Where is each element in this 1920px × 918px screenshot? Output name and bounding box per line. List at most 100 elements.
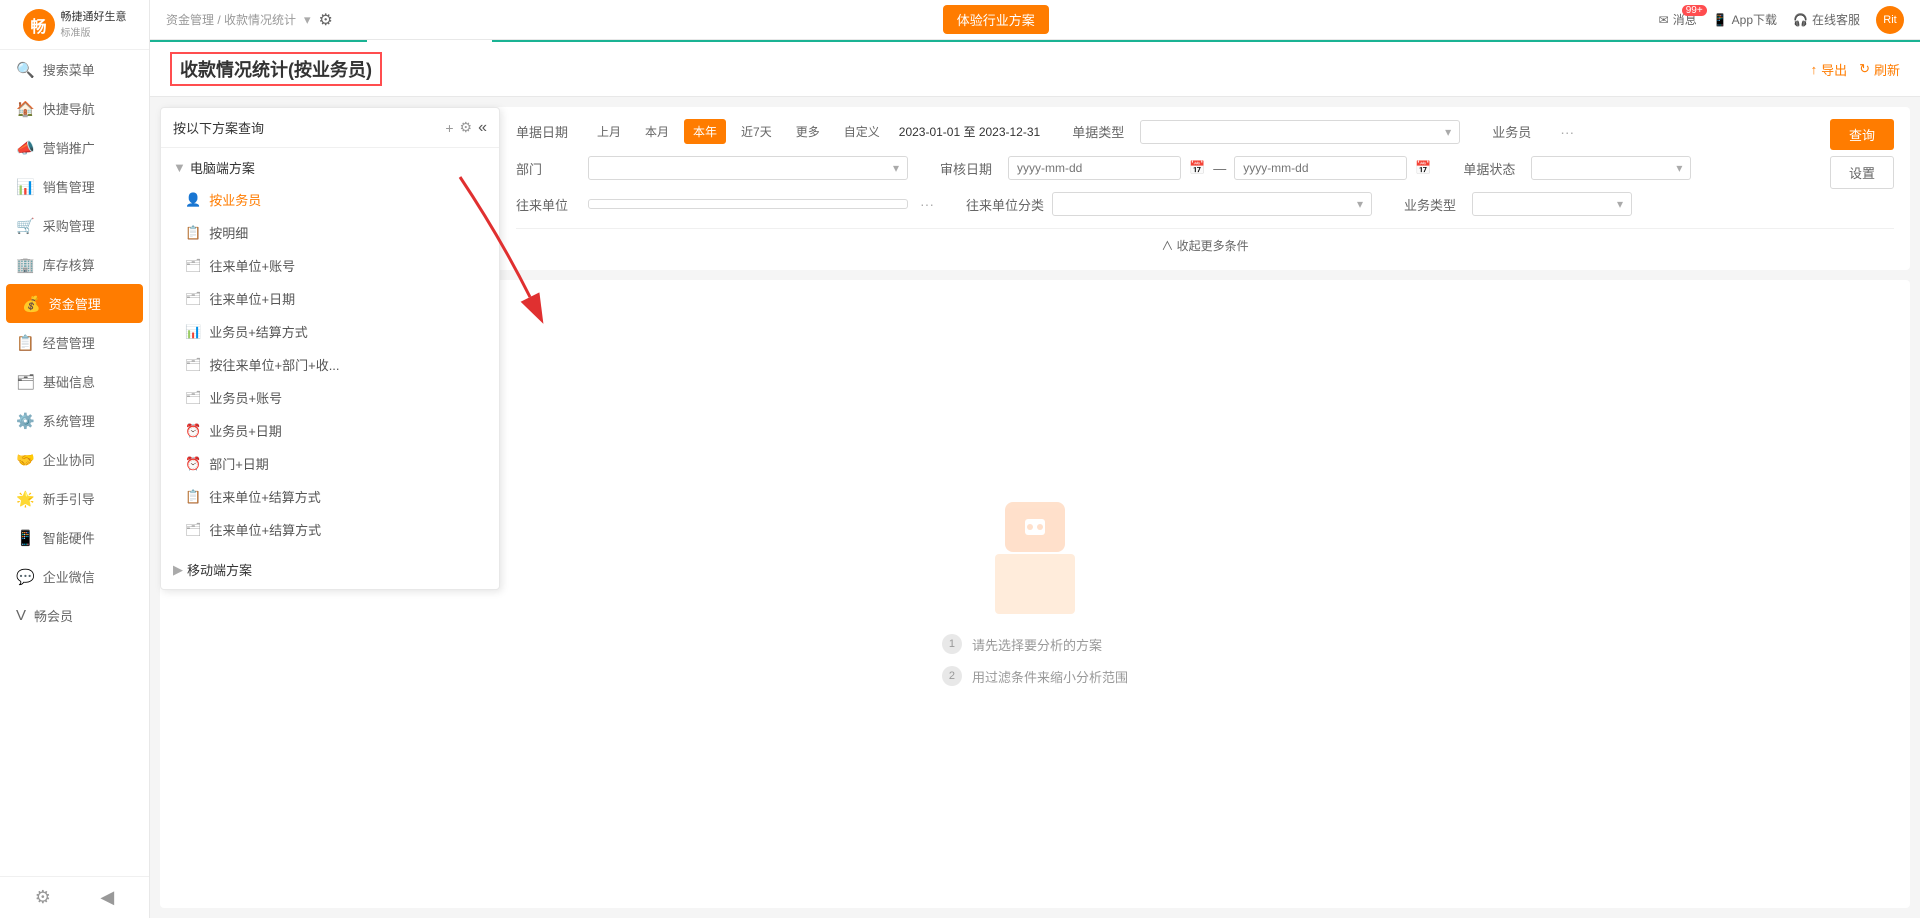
add-scheme-icon[interactable]: +: [445, 120, 453, 136]
breadcrumb-dropdown-icon[interactable]: ▾: [304, 12, 311, 28]
app-download-button[interactable]: 📱 App下载: [1713, 11, 1777, 28]
scheme-item-by_salesperson_date[interactable]: ⏰业务员+日期: [161, 414, 499, 447]
member-icon: V: [16, 607, 26, 624]
salesperson-more-icon[interactable]: ···: [1560, 124, 1574, 140]
calendar-end-icon[interactable]: 📅: [1415, 160, 1431, 176]
sidebar-item-wechat[interactable]: 💬企业微信: [0, 557, 149, 596]
collapse-filters-button[interactable]: ∧ 收起更多条件: [516, 228, 1894, 262]
biz-type-select[interactable]: ▾: [1472, 192, 1632, 216]
scheme-item-label-by_detail: 按明细: [209, 223, 248, 242]
doc-type-select[interactable]: ▾: [1140, 120, 1460, 144]
pc-scheme-section: ▼ 电脑端方案 👤按业务员 📋 按明细 🗂往来单位+账号🗂往来单位+日期📊业务员+结算…: [161, 148, 499, 550]
review-date-label: 审核日期: [940, 159, 1000, 178]
page-actions: ↑ 导出 ↻ 刷新: [1811, 60, 1900, 79]
dept-select[interactable]: ▾: [588, 156, 908, 180]
last-7-days-btn[interactable]: 近7天: [732, 119, 781, 144]
this-month-btn[interactable]: 本月: [636, 119, 678, 144]
counterpart-more-icon[interactable]: ···: [920, 196, 934, 212]
top-bar-actions: ✉ 消息 99+ 📱 App下载 🎧 在线客服 Rit: [1659, 6, 1904, 34]
collapse-sidebar-icon[interactable]: ◀: [100, 887, 114, 908]
last-month-btn[interactable]: 上月: [588, 119, 630, 144]
settings-icon[interactable]: ⚙: [35, 887, 51, 908]
sidebar-item-marketing[interactable]: 📣营销推广: [0, 128, 149, 167]
sidebar-item-enterprise[interactable]: 🤝企业协同: [0, 440, 149, 479]
scheme-item-by_unit_settlement1[interactable]: 📋往来单位+结算方式: [161, 480, 499, 513]
review-date-start-input[interactable]: [1008, 156, 1181, 180]
this-year-btn[interactable]: 本年: [684, 119, 726, 144]
sidebar-item-system[interactable]: ⚙️ 系统管理: [0, 401, 149, 440]
scheme-item-label-by_dept_date: 部门+日期: [209, 454, 269, 473]
sidebar-item-hardware[interactable]: 📱智能硬件: [0, 518, 149, 557]
scheme-item-by_salesperson_account[interactable]: 🗂业务员+账号: [161, 381, 499, 414]
gear-icon[interactable]: ⚙: [319, 10, 333, 30]
nav-icon: 🏠: [16, 100, 35, 118]
counterpart-select[interactable]: [588, 199, 908, 209]
filter-row-1: 单据日期 上月 本月 本年 近7天 更多 自定义 2023-01-01 至 20…: [516, 119, 1894, 144]
filter-row-2: 部门 ▾ 审核日期 📅 — 📅 单据状态: [516, 156, 1894, 180]
scheme-item-by_detail[interactable]: 📋 按明细: [161, 216, 499, 249]
enterprise-icon: 🤝: [16, 451, 35, 469]
sidebar-item-label-basic: 基础信息: [43, 372, 95, 391]
doc-status-arrow-icon: ▾: [1676, 161, 1682, 175]
sidebar-item-inventory[interactable]: 🏢库存核算: [0, 245, 149, 284]
scheme-item-label-by_salesperson_account: 业务员+账号: [210, 388, 283, 407]
scheme-collapse-icon[interactable]: «: [478, 119, 487, 137]
scheme-item-by_salesperson[interactable]: 👤按业务员: [161, 183, 499, 216]
scheme-item-by_unit_date[interactable]: 🗂往来单位+日期: [161, 282, 499, 315]
counterpart-category-select[interactable]: ▾: [1052, 192, 1372, 216]
sidebar-item-purchase[interactable]: 🛒采购管理: [0, 206, 149, 245]
sidebar-item-operation[interactable]: 📋经营管理: [0, 323, 149, 362]
review-date-end-input[interactable]: [1234, 156, 1407, 180]
scheme-item-label-by_unit_settlement2: 往来单位+结算方式: [210, 520, 322, 539]
scheme-item-label-by_unit_date: 往来单位+日期: [210, 289, 296, 308]
sidebar-bottom: ⚙ ◀: [0, 876, 149, 918]
pc-section-header[interactable]: ▼ 电脑端方案: [161, 152, 499, 183]
calendar-start-icon[interactable]: 📅: [1189, 160, 1205, 176]
by_salesperson-scheme-icon: 👤: [185, 192, 201, 208]
step-num-2: 2: [942, 666, 962, 686]
refresh-button[interactable]: ↻ 刷新: [1859, 60, 1900, 79]
doc-status-select[interactable]: ▾: [1531, 156, 1691, 180]
sidebar-item-member[interactable]: V畅会员: [0, 596, 149, 635]
filter-panel: 按以下方案查询 + ⚙ « ▼ 电脑端方案 👤按业务员📋按明细🗂往来单位+账号🗂…: [160, 107, 1910, 270]
breadcrumb: 资金管理 / 收款情况统计: [166, 11, 296, 28]
sidebar-item-sales[interactable]: 📊销售管理: [0, 167, 149, 206]
sidebar-item-finance[interactable]: 💰资金管理: [6, 284, 143, 323]
scheme-item-by_dept_date[interactable]: ⏰部门+日期: [161, 447, 499, 480]
system-icon: ⚙️: [16, 412, 35, 430]
scheme-item-by_unit_settlement2[interactable]: 🗂往来单位+结算方式: [161, 513, 499, 546]
scheme-item-by_unit_account[interactable]: 🗂往来单位+账号: [161, 249, 499, 282]
mobile-scheme-section: ▶ 移动端方案: [161, 550, 499, 589]
dept-arrow-icon: ▾: [893, 161, 899, 175]
more-date-btn[interactable]: 更多: [787, 119, 829, 144]
refresh-icon: ↻: [1859, 61, 1870, 77]
query-button[interactable]: 查询: [1830, 119, 1894, 150]
counterpart-cat-arrow-icon: ▾: [1357, 197, 1363, 211]
hardware-icon: 📱: [16, 529, 35, 547]
salesperson-label: 业务员: [1492, 122, 1552, 141]
settings-button[interactable]: 设置: [1830, 156, 1894, 189]
export-button[interactable]: ↑ 导出: [1811, 60, 1848, 79]
scheme-settings-icon[interactable]: ⚙: [460, 119, 473, 136]
messages-button[interactable]: ✉ 消息 99+: [1659, 11, 1697, 28]
sidebar-item-guide[interactable]: 🌟新手引导: [0, 479, 149, 518]
scheme-item-by_unit_dept[interactable]: 🗂按往来单位+部门+收...: [161, 348, 499, 381]
sidebar-item-nav[interactable]: 🏠快捷导航: [0, 89, 149, 128]
sidebar-item-label-system: 系统管理: [43, 411, 95, 430]
mobile-section-header[interactable]: ▶ 移动端方案: [161, 554, 499, 585]
custom-date-btn[interactable]: 自定义: [835, 119, 889, 144]
sidebar-item-basic[interactable]: 🗂基础信息: [0, 362, 149, 401]
trial-button[interactable]: 体验行业方案: [943, 5, 1049, 34]
sidebar-item-label-finance: 资金管理: [49, 294, 101, 313]
guide-icon: 🌟: [16, 490, 35, 508]
scheme-item-by_salesperson_settlement[interactable]: 📊业务员+结算方式: [161, 315, 499, 348]
scheme-item-label-by_unit_dept: 按往来单位+部门+收...: [210, 355, 340, 374]
online-service-button[interactable]: 🎧 在线客服: [1793, 11, 1860, 28]
by_detail-scheme-icon: 📋: [185, 225, 201, 241]
doc-type-arrow-icon: ▾: [1445, 125, 1451, 139]
sidebar-item-search[interactable]: 🔍搜索菜单: [0, 50, 149, 89]
user-avatar[interactable]: Rit: [1876, 6, 1904, 34]
counterpart-label: 往来单位: [516, 195, 576, 214]
doc-status-label: 单据状态: [1463, 159, 1523, 178]
by_salesperson_date-scheme-icon: ⏰: [185, 423, 201, 439]
